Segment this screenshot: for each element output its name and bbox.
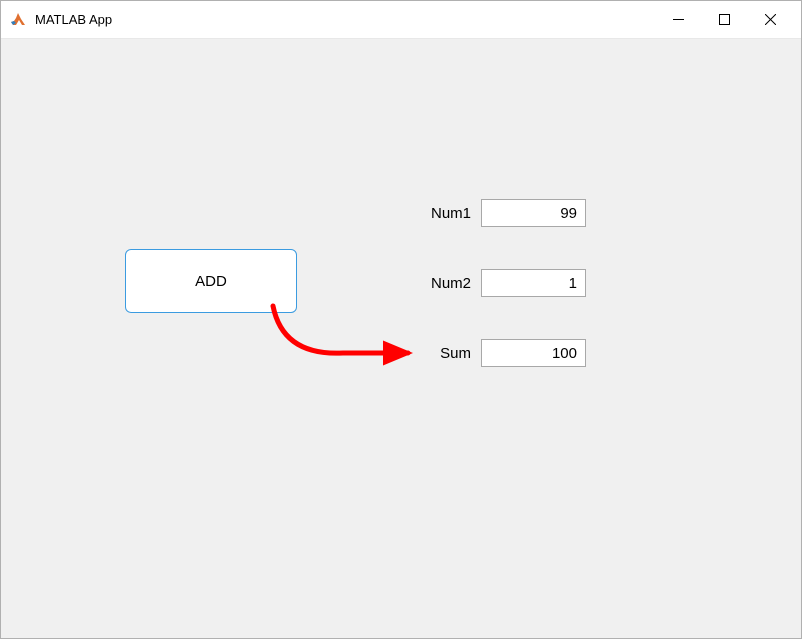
add-button[interactable]: ADD <box>125 249 297 313</box>
window-title: MATLAB App <box>35 12 655 27</box>
num1-label: Num1 <box>416 205 471 222</box>
matlab-icon <box>9 11 27 29</box>
num2-label: Num2 <box>416 275 471 292</box>
window-controls <box>655 5 793 35</box>
content-area: ADD Num1 Num2 Sum <box>1 39 801 638</box>
titlebar: MATLAB App <box>1 1 801 39</box>
maximize-button[interactable] <box>701 5 747 35</box>
num2-input[interactable] <box>481 269 586 297</box>
num1-input[interactable] <box>481 199 586 227</box>
sum-label: Sum <box>416 345 471 362</box>
app-window: MATLAB App ADD Num1 Num2 <box>0 0 802 639</box>
sum-input[interactable] <box>481 339 586 367</box>
minimize-button[interactable] <box>655 5 701 35</box>
sum-row: Sum <box>416 339 586 367</box>
num1-row: Num1 <box>416 199 586 227</box>
add-button-label: ADD <box>195 273 227 290</box>
close-button[interactable] <box>747 5 793 35</box>
num2-row: Num2 <box>416 269 586 297</box>
